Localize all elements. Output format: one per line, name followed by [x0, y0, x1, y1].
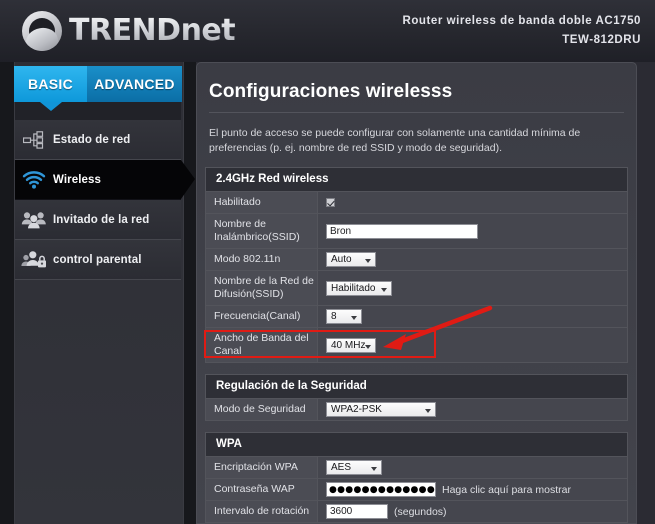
title-divider: [209, 112, 624, 113]
section-heading: WPA: [206, 433, 627, 457]
row-label: Frecuencia(Canal): [206, 306, 318, 327]
parental-lock-icon: [15, 250, 53, 269]
security-mode-select[interactable]: WPA2-PSK: [326, 402, 436, 417]
network-status-icon: [15, 130, 53, 149]
sidebar-item-wireless[interactable]: Wireless: [15, 160, 195, 200]
row-habilitado: Habilitado: [206, 192, 627, 214]
trendnet-logo-icon: [22, 11, 62, 51]
ssid-input[interactable]: Bron: [326, 223, 478, 239]
section-heading: 2.4GHz Red wireless: [206, 168, 627, 192]
channel-bandwidth-select[interactable]: 40 MHz: [326, 337, 376, 353]
section-heading: Regulación de la Seguridad: [206, 375, 627, 399]
wpa-encryption-select[interactable]: AES: [326, 460, 382, 475]
row-modo-80211n: Modo 802.11n Auto: [206, 249, 627, 271]
row-field: [318, 192, 627, 213]
page-intro-text: El punto de acceso se puede configurar c…: [209, 127, 581, 154]
row-broadcast-ssid: Nombre de la Red de Difusión(SSID) Habil…: [206, 271, 627, 306]
row-frecuencia-canal: Frecuencia(Canal) 8: [206, 306, 627, 328]
row-field: ●●●●●●●●●●●●●●●●● Haga clic aquí para mo…: [318, 479, 627, 500]
sidebar-item-label: Wireless: [53, 173, 102, 186]
sidebar-item-estado-de-red[interactable]: Estado de red: [15, 120, 181, 160]
row-modo-seguridad: Modo de Seguridad WPA2-PSK: [206, 399, 627, 421]
tab-advanced[interactable]: ADVANCED: [87, 66, 182, 102]
row-field: 3600 (segundos): [318, 501, 627, 522]
section-wpa: WPA Encriptación WPA AES Contraseña WAP …: [205, 432, 628, 523]
row-field: Bron: [318, 214, 627, 248]
row-field: 40 MHz: [318, 328, 627, 362]
row-label: Contraseña WAP: [206, 479, 318, 500]
row-contrasena-wap: Contraseña WAP ●●●●●●●●●●●●●●●●● Haga cl…: [206, 479, 627, 501]
rotation-interval-unit: (segundos): [394, 505, 447, 518]
rotation-interval-input[interactable]: 3600: [326, 504, 388, 519]
row-encriptacion-wpa: Encriptación WPA AES: [206, 457, 627, 479]
page-header: TRENDnet Router wireless de banda doble …: [0, 0, 655, 62]
enabled-checkbox[interactable]: [326, 198, 335, 207]
row-field: 8: [318, 306, 627, 327]
reveal-password-link[interactable]: Haga clic aquí para mostrar: [442, 484, 571, 496]
channel-select[interactable]: 8: [326, 309, 362, 324]
page-title: Configuraciones wirelesss: [209, 81, 453, 102]
row-label: Encriptación WPA: [206, 457, 318, 478]
row-label: Modo de Seguridad: [206, 399, 318, 420]
row-ssid-name: Nombre de Inalámbrico(SSID) Bron: [206, 214, 627, 249]
row-label: Ancho de Banda del Canal: [206, 328, 318, 362]
row-field: Habilitado: [318, 271, 627, 305]
sidebar-item-control-parental[interactable]: control parental: [15, 240, 181, 280]
wifi-icon: [15, 170, 53, 189]
main-content: Configuraciones wirelesss El punto de ac…: [196, 62, 637, 524]
wpa-password-input[interactable]: ●●●●●●●●●●●●●●●●●: [326, 482, 436, 497]
row-label: Nombre de Inalámbrico(SSID): [206, 214, 318, 248]
row-label: Nombre de la Red de Difusión(SSID): [206, 271, 318, 305]
row-intervalo-rotacion: Intervalo de rotación 3600 (segundos): [206, 501, 627, 523]
mode-80211n-select[interactable]: Auto: [326, 252, 376, 267]
router-admin-page: TRENDnet Router wireless de banda doble …: [0, 0, 655, 524]
section-seguridad: Regulación de la Seguridad Modo de Segur…: [205, 374, 628, 421]
active-item-pointer-icon: [181, 160, 195, 199]
sidebar-item-invitado-de-la-red[interactable]: Invitado de la red: [15, 200, 181, 240]
row-field: AES: [318, 457, 627, 478]
row-field: Auto: [318, 249, 627, 270]
sidebar-item-label: control parental: [53, 253, 142, 266]
product-model: TEW-812DRU: [562, 34, 641, 46]
brand-name: TRENDnet: [69, 11, 236, 51]
sidebar-menu: Estado de red Wireless Invitado de la re…: [15, 120, 195, 280]
sidebar-item-label: Invitado de la red: [53, 213, 150, 226]
row-label: Habilitado: [206, 192, 318, 213]
brand-logo[interactable]: TRENDnet: [22, 11, 236, 51]
mode-tabs: BASIC ADVANCED: [14, 66, 182, 102]
active-tab-pointer-icon: [40, 102, 62, 111]
product-description: Router wireless de banda doble AC1750: [402, 15, 641, 27]
tab-basic[interactable]: BASIC: [14, 66, 87, 102]
sidebar: BASIC ADVANCED Estado de red Wireless In…: [0, 62, 196, 524]
sidebar-item-label: Estado de red: [53, 133, 131, 146]
row-ancho-de-banda: Ancho de Banda del Canal 40 MHz: [206, 328, 627, 363]
section-24ghz: 2.4GHz Red wireless Habilitado Nombre de…: [205, 167, 628, 363]
row-label: Intervalo de rotación: [206, 501, 318, 522]
guest-users-icon: [15, 211, 53, 229]
row-label: Modo 802.11n: [206, 249, 318, 270]
product-model-block: Router wireless de banda doble AC1750 TE…: [403, 12, 642, 50]
row-field: WPA2-PSK: [318, 399, 627, 420]
broadcast-ssid-select[interactable]: Habilitado: [326, 280, 392, 296]
